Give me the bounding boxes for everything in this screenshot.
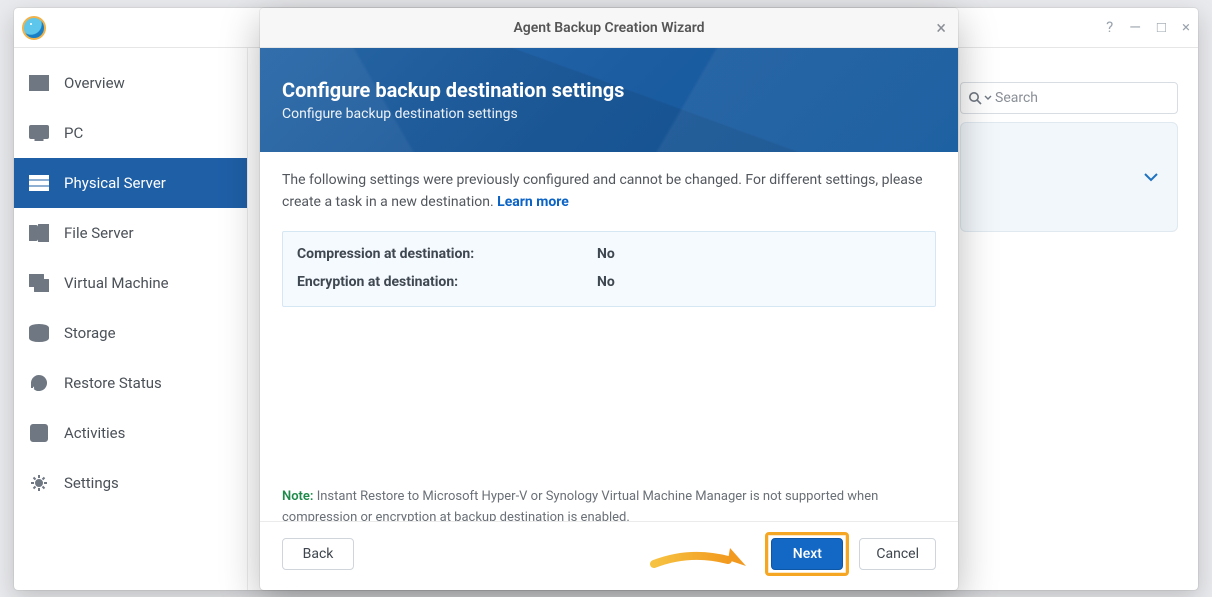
dialog-close-icon[interactable]: ×	[936, 18, 946, 39]
window-controls: ? — □ ×	[1106, 20, 1190, 35]
activities-icon	[28, 423, 50, 443]
sidebar: Overview PC Physical Server File Server	[14, 48, 248, 590]
search-wrap	[960, 82, 1178, 114]
search-icon[interactable]	[968, 91, 992, 105]
annotation-arrow-icon	[650, 536, 760, 584]
encryption-value: No	[597, 274, 615, 290]
hero-title: Configure backup destination settings	[282, 78, 936, 102]
maximize-icon[interactable]: □	[1157, 20, 1166, 35]
sidebar-item-label: Activities	[64, 424, 125, 442]
compression-label: Compression at destination:	[297, 246, 597, 262]
wizard-dialog: Agent Backup Creation Wizard × Configure…	[260, 8, 958, 590]
sidebar-item-activities[interactable]: Activities	[14, 408, 247, 458]
gear-icon	[28, 473, 50, 493]
sidebar-item-restore-status[interactable]: Restore Status	[14, 358, 247, 408]
sidebar-item-label: File Server	[64, 224, 134, 242]
help-icon[interactable]: ?	[1106, 20, 1113, 35]
dialog-title: Agent Backup Creation Wizard	[513, 20, 704, 36]
note-text: Instant Restore to Microsoft Hyper-V or …	[282, 489, 878, 521]
sidebar-item-virtual-machine[interactable]: Virtual Machine	[14, 258, 247, 308]
sidebar-item-storage[interactable]: Storage	[14, 308, 247, 358]
sidebar-item-pc[interactable]: PC	[14, 108, 247, 158]
sidebar-item-settings[interactable]: Settings	[14, 458, 247, 508]
sidebar-item-label: Overview	[64, 74, 125, 92]
sidebar-item-label: Virtual Machine	[64, 274, 169, 292]
storage-icon	[28, 323, 50, 343]
sidebar-item-label: Storage	[64, 324, 116, 342]
intro-text-content: The following settings were previously c…	[282, 172, 923, 210]
server-icon	[28, 173, 50, 193]
sidebar-item-physical-server[interactable]: Physical Server	[14, 158, 247, 208]
restore-icon	[28, 373, 50, 393]
sidebar-item-label: Physical Server	[64, 174, 166, 192]
settings-summary: Compression at destination: No Encryptio…	[282, 231, 936, 307]
search-input[interactable]	[960, 82, 1178, 114]
footnote: Note: Instant Restore to Microsoft Hyper…	[282, 487, 936, 521]
chevron-down-icon	[1143, 167, 1159, 186]
sidebar-item-overview[interactable]: Overview	[14, 58, 247, 108]
overview-icon	[28, 73, 50, 93]
sidebar-item-label: Restore Status	[64, 374, 162, 392]
file-server-icon	[28, 223, 50, 243]
row-encryption: Encryption at destination: No	[297, 268, 921, 296]
compression-value: No	[597, 246, 615, 262]
dialog-footer: Back Next Cancel	[260, 521, 958, 590]
learn-more-link[interactable]: Learn more	[497, 194, 569, 210]
app-logo-icon	[22, 16, 46, 40]
pc-icon	[28, 123, 50, 143]
hero-subtitle: Configure backup destination settings	[282, 106, 936, 122]
minimize-icon[interactable]: —	[1129, 20, 1141, 35]
vm-icon	[28, 273, 50, 293]
cancel-button[interactable]: Cancel	[859, 538, 936, 570]
sidebar-item-label: PC	[64, 124, 83, 142]
back-button[interactable]: Back	[282, 538, 354, 570]
note-label: Note:	[282, 489, 313, 504]
dialog-titlebar: Agent Backup Creation Wizard ×	[260, 8, 958, 48]
sidebar-item-label: Settings	[64, 474, 119, 492]
intro-text: The following settings were previously c…	[282, 170, 936, 213]
sidebar-item-file-server[interactable]: File Server	[14, 208, 247, 258]
next-highlight: Next	[765, 532, 849, 576]
dialog-hero: Configure backup destination settings Co…	[260, 48, 958, 152]
row-compression: Compression at destination: No	[297, 240, 921, 268]
close-icon[interactable]: ×	[1182, 20, 1190, 35]
next-button[interactable]: Next	[771, 538, 843, 570]
dialog-body: The following settings were previously c…	[260, 152, 958, 521]
encryption-label: Encryption at destination:	[297, 274, 597, 290]
side-panel[interactable]	[960, 122, 1178, 232]
